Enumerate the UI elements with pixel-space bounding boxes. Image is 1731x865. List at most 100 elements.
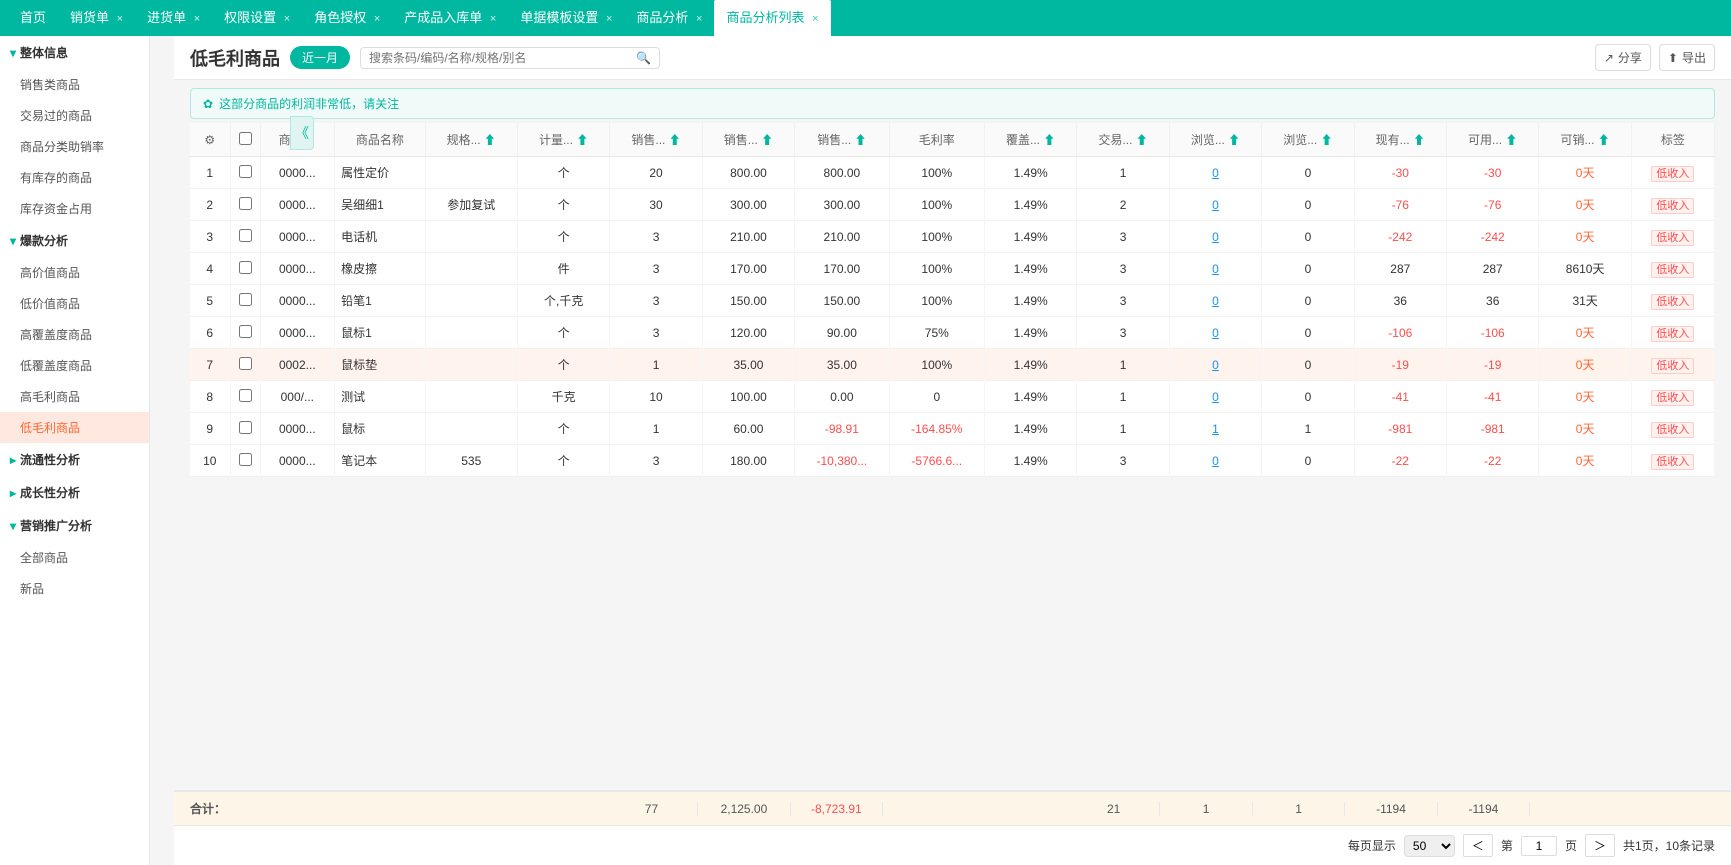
row-checkbox[interactable]: [239, 453, 252, 466]
td-browse1[interactable]: 0: [1169, 349, 1261, 381]
sidebar-group-flow[interactable]: ▸ 流通性分析: [0, 443, 149, 476]
td-sale-price: 120.00: [702, 317, 794, 349]
close-icon[interactable]: ×: [696, 13, 702, 25]
tag-badge: 低收入: [1651, 198, 1694, 214]
td-check[interactable]: [230, 413, 260, 445]
td-sellable: 0天: [1539, 445, 1631, 477]
td-name[interactable]: 吴细细1: [335, 189, 425, 221]
nav-sales[interactable]: 销货单 ×: [58, 0, 135, 36]
td-check[interactable]: [230, 317, 260, 349]
share-button[interactable]: ↗ 分享: [1595, 44, 1651, 71]
sidebar-item-high-value[interactable]: 高价值商品: [0, 257, 149, 288]
sidebar-group-overall-label: 整体信息: [20, 44, 68, 61]
td-name[interactable]: 鼠标: [335, 413, 425, 445]
close-icon[interactable]: ×: [284, 13, 290, 25]
td-num: 9: [190, 413, 230, 445]
td-browse1[interactable]: 0: [1169, 253, 1261, 285]
date-filter-btn[interactable]: 近一月: [290, 46, 350, 69]
nav-permissions[interactable]: 权限设置 ×: [212, 0, 302, 36]
td-check[interactable]: [230, 349, 260, 381]
td-browse1[interactable]: 1: [1169, 413, 1261, 445]
sidebar-item-category-rate[interactable]: 商品分类助销率: [0, 131, 149, 162]
nav-home[interactable]: 首页: [8, 0, 58, 36]
td-name[interactable]: 铅笔1: [335, 285, 425, 317]
td-name[interactable]: 鼠标1: [335, 317, 425, 349]
td-check[interactable]: [230, 445, 260, 477]
td-check[interactable]: [230, 285, 260, 317]
sidebar-item-low-value[interactable]: 低价值商品: [0, 288, 149, 319]
td-browse1[interactable]: 0: [1169, 285, 1261, 317]
sidebar-item-sales-goods[interactable]: 销售类商品: [0, 69, 149, 100]
td-browse1[interactable]: 0: [1169, 157, 1261, 189]
close-icon[interactable]: ×: [606, 13, 612, 25]
nav-purchase[interactable]: 进货单 ×: [135, 0, 212, 36]
td-check[interactable]: [230, 381, 260, 413]
td-name[interactable]: 橡皮擦: [335, 253, 425, 285]
sidebar-item-traded-goods[interactable]: 交易过的商品: [0, 100, 149, 131]
row-checkbox[interactable]: [239, 389, 252, 402]
table-header-row: ⚙ 商... ⬆ 商品名称 规格... ⬆ 计量... ⬆ 销售... ⬆ 销售…: [190, 123, 1715, 157]
sidebar-group-marketing[interactable]: ▾ 营销推广分析: [0, 509, 149, 542]
td-check[interactable]: [230, 253, 260, 285]
sidebar-item-all-goods[interactable]: 全部商品: [0, 542, 149, 573]
td-browse1[interactable]: 0: [1169, 445, 1261, 477]
row-checkbox[interactable]: [239, 229, 252, 242]
close-icon[interactable]: ×: [194, 13, 200, 25]
sidebar-item-high-coverage[interactable]: 高覆盖度商品: [0, 319, 149, 350]
per-page-select[interactable]: 50 100: [1404, 835, 1455, 857]
nav-products[interactable]: 产成品入库单 ×: [392, 0, 508, 36]
td-name[interactable]: 鼠标垫: [335, 349, 425, 381]
sidebar-group-growth[interactable]: ▸ 成长性分析: [0, 476, 149, 509]
nav-template[interactable]: 单据模板设置 ×: [508, 0, 624, 36]
td-name[interactable]: 测试: [335, 381, 425, 413]
nav-roles[interactable]: 角色授权 ×: [302, 0, 392, 36]
sidebar-item-low-margin[interactable]: 低毛利商品: [0, 412, 149, 443]
td-current-stock: -242: [1354, 221, 1446, 253]
sidebar-group-overall[interactable]: ▾ 整体信息: [0, 36, 149, 69]
td-code: 0000...: [260, 189, 335, 221]
td-check[interactable]: [230, 189, 260, 221]
sidebar-item-new-goods[interactable]: 新品: [0, 573, 149, 604]
row-checkbox[interactable]: [239, 165, 252, 178]
td-browse2: 0: [1262, 221, 1354, 253]
row-checkbox[interactable]: [239, 197, 252, 210]
td-coverage: 1.49%: [984, 445, 1076, 477]
search-input[interactable]: [369, 51, 632, 65]
row-checkbox[interactable]: [239, 293, 252, 306]
select-all-checkbox[interactable]: [239, 132, 252, 145]
td-browse1[interactable]: 0: [1169, 221, 1261, 253]
sidebar-item-in-stock[interactable]: 有库存的商品: [0, 162, 149, 193]
close-icon[interactable]: ×: [812, 13, 818, 25]
nav-analysis-list[interactable]: 商品分析列表 ×: [714, 0, 830, 36]
td-check[interactable]: [230, 157, 260, 189]
td-name[interactable]: 属性定价: [335, 157, 425, 189]
nav-analysis[interactable]: 商品分析 ×: [624, 0, 714, 36]
sidebar-collapse-btn[interactable]: 《: [290, 116, 314, 150]
row-checkbox[interactable]: [239, 325, 252, 338]
prev-page-btn[interactable]: ＜: [1463, 834, 1493, 857]
next-page-btn[interactable]: ＞: [1585, 834, 1615, 857]
page-number-input[interactable]: [1521, 836, 1557, 856]
main-layout: ▾ 整体信息 销售类商品 交易过的商品 商品分类助销率 有库存的商品 库存资金占…: [0, 36, 1731, 865]
close-icon[interactable]: ×: [117, 13, 123, 25]
th-checkbox[interactable]: [230, 123, 260, 157]
footer-available: -1194: [1438, 802, 1530, 816]
td-name[interactable]: 笔记本: [335, 445, 425, 477]
row-checkbox[interactable]: [239, 421, 252, 434]
td-browse1[interactable]: 0: [1169, 189, 1261, 221]
close-icon[interactable]: ×: [374, 13, 380, 25]
td-name[interactable]: 电话机: [335, 221, 425, 253]
row-checkbox[interactable]: [239, 357, 252, 370]
td-check[interactable]: [230, 221, 260, 253]
sidebar-item-high-margin[interactable]: 高毛利商品: [0, 381, 149, 412]
row-checkbox[interactable]: [239, 261, 252, 274]
th-settings[interactable]: ⚙: [190, 123, 230, 157]
sidebar-group-hot[interactable]: ▾ 爆款分析: [0, 224, 149, 257]
export-button[interactable]: ⬆ 导出: [1659, 44, 1715, 71]
td-browse1[interactable]: 0: [1169, 381, 1261, 413]
table-row: 1 0000... 属性定价 个 20 800.00 800.00 100% 1…: [190, 157, 1715, 189]
td-browse1[interactable]: 0: [1169, 317, 1261, 349]
sidebar-item-low-coverage[interactable]: 低覆盖度商品: [0, 350, 149, 381]
sidebar-item-capital[interactable]: 库存资金占用: [0, 193, 149, 224]
close-icon[interactable]: ×: [490, 13, 496, 25]
